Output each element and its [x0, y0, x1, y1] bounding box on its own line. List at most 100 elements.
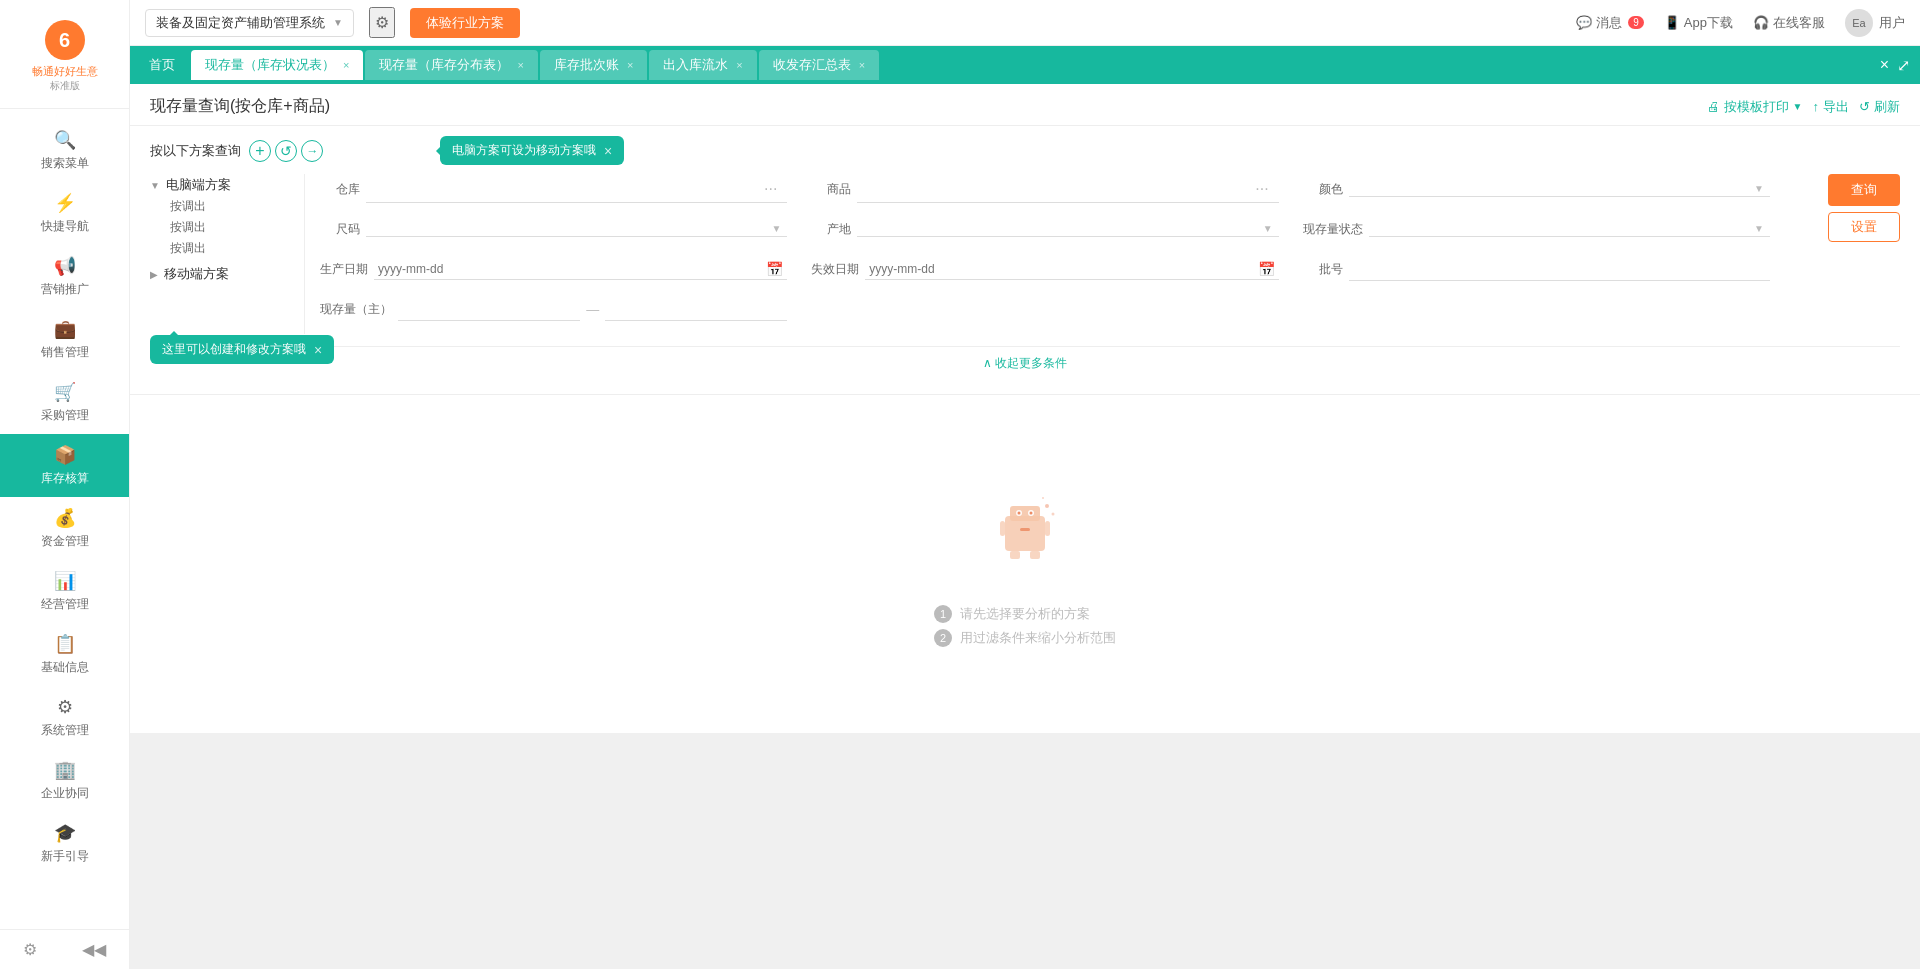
batch-input[interactable] [1349, 258, 1770, 281]
app-download-btn[interactable]: 📱 App下载 [1664, 14, 1733, 32]
step-2-text: 用过滤条件来缩小分析范围 [960, 629, 1116, 647]
system-icon: ⚙ [57, 696, 73, 718]
logo-text: 畅通好好生意 [32, 64, 98, 79]
chevron-down-icon: ▼ [1754, 183, 1764, 194]
page-title: 现存量查询(按仓库+商品) [150, 96, 330, 117]
expiry-date-input[interactable] [869, 262, 1257, 276]
app-container: 6 畅通好好生意 标准版 🔍 搜索菜单 ⚡ 快捷导航 📢 营销推广 💼 销售管理… [0, 0, 1920, 969]
scheme-group-mobile-label: 移动端方案 [164, 265, 229, 283]
step-2-num: 2 [934, 629, 952, 647]
tab-batch-account[interactable]: 库存批次账 × [540, 50, 647, 80]
calendar-icon[interactable]: 📅 [1258, 261, 1275, 277]
warehouse-dots[interactable]: ··· [758, 179, 783, 199]
tab-close-icon[interactable]: × [343, 59, 349, 71]
refresh-btn[interactable]: ↺ 刷新 [1859, 98, 1900, 116]
logo-area: 6 畅通好好生意 标准版 [0, 10, 129, 109]
tab-close-icon[interactable]: × [736, 59, 742, 71]
notification-btn[interactable]: 💬 消息 9 [1576, 14, 1644, 32]
online-support-btn[interactable]: 🎧 在线客服 [1753, 14, 1825, 32]
user-btn[interactable]: Ea 用户 [1845, 9, 1905, 37]
goods-input[interactable] [861, 178, 1249, 200]
scheme-tooltip-close[interactable]: × [604, 143, 612, 159]
sidebar-item-marketing[interactable]: 📢 营销推广 [0, 245, 129, 308]
sidebar-item-operations[interactable]: 📊 经营管理 [0, 560, 129, 623]
stock-status-select[interactable]: ▼ [1369, 221, 1770, 237]
tab-home[interactable]: 首页 [135, 50, 189, 80]
tab-close-icon[interactable]: × [627, 59, 633, 71]
refresh-scheme-btn[interactable]: ↺ [275, 140, 297, 162]
scheme-group-desktop-header[interactable]: ▼ 电脑端方案 [150, 174, 294, 196]
sidebar-item-enterprise[interactable]: 🏢 企业协同 [0, 749, 129, 812]
app-logo: 6 [45, 20, 85, 60]
sidebar-bottom: ⚙ ◀◀ [0, 929, 129, 969]
sidebar-item-finance[interactable]: 💰 资金管理 [0, 497, 129, 560]
sidebar-item-system[interactable]: ⚙ 系统管理 [0, 686, 129, 749]
empty-step-2: 2 用过滤条件来缩小分析范围 [934, 629, 1116, 647]
finance-icon: 💰 [54, 507, 76, 529]
print-template-btn[interactable]: 🖨 按模板打印 ▼ [1707, 98, 1803, 116]
origin-select[interactable]: ▼ [857, 221, 1278, 237]
sidebar-item-label: 企业协同 [41, 785, 89, 802]
export-btn[interactable]: ↑ 导出 [1813, 98, 1850, 116]
enterprise-icon: 🏢 [54, 759, 76, 781]
sidebar-item-quick-nav[interactable]: ⚡ 快捷导航 [0, 182, 129, 245]
back-scheme-btn[interactable]: ← [301, 140, 323, 162]
goods-dots[interactable]: ··· [1249, 179, 1274, 199]
sidebar-item-guide[interactable]: 🎓 新手引导 [0, 812, 129, 875]
filter-row-3: 生产日期 📅 失效日期 [320, 254, 1770, 284]
scheme-group-mobile-header[interactable]: ▶ 移动端方案 [150, 263, 294, 285]
app-download-label: App下载 [1684, 14, 1733, 32]
edit-tooltip-close[interactable]: × [314, 342, 322, 358]
sidebar-item-inventory[interactable]: 📦 库存核算 [0, 434, 129, 497]
system-selector[interactable]: 装备及固定资产辅助管理系统 ▼ [145, 9, 354, 37]
sidebar-item-sales[interactable]: 💼 销售管理 [0, 308, 129, 371]
marketing-icon: 📢 [54, 255, 76, 277]
sidebar-collapse-btn[interactable]: ◀◀ [82, 940, 106, 959]
sidebar-item-label: 经营管理 [41, 596, 89, 613]
tab-close-all-btn[interactable]: × [1880, 56, 1889, 74]
tab-fullscreen-btn[interactable]: ⤢ [1897, 56, 1910, 75]
range-separator: — [586, 302, 599, 317]
scheme-item-3[interactable]: 按调出 [150, 238, 294, 259]
sidebar-item-label: 基础信息 [41, 659, 89, 676]
prod-date-input[interactable] [378, 262, 766, 276]
add-scheme-btn[interactable]: + [249, 140, 271, 162]
scheme-item-1[interactable]: 按调出 [150, 196, 294, 217]
reset-btn[interactable]: 设置 [1828, 212, 1900, 242]
stock-min-input[interactable] [398, 298, 580, 321]
warehouse-input[interactable] [370, 178, 758, 200]
tab-inout-flow[interactable]: 出入库流水 × [649, 50, 756, 80]
goods-input-wrap: ··· [857, 176, 1278, 203]
sidebar-item-label: 搜索菜单 [41, 155, 89, 172]
calendar-icon[interactable]: 📅 [766, 261, 783, 277]
search-btn[interactable]: 查询 [1828, 174, 1900, 206]
stock-max-input[interactable] [605, 298, 787, 321]
sidebar-item-search-menu[interactable]: 🔍 搜索菜单 [0, 119, 129, 182]
scheme-item-2[interactable]: 按调出 [150, 217, 294, 238]
empty-illustration [975, 476, 1075, 576]
tabs-bar-right: × ⤢ [1880, 56, 1915, 75]
headset-icon: 🎧 [1753, 15, 1769, 30]
tab-receive-summary[interactable]: 收发存汇总表 × [759, 50, 879, 80]
trial-btn[interactable]: 体验行业方案 [410, 8, 520, 38]
sidebar-settings-btn[interactable]: ⚙ [23, 940, 37, 959]
sidebar-item-base-info[interactable]: 📋 基础信息 [0, 623, 129, 686]
tab-inventory-dist[interactable]: 现存量（库存分布表） × [365, 50, 537, 80]
export-icon: ↑ [1813, 99, 1820, 114]
tab-close-icon[interactable]: × [517, 59, 523, 71]
tab-inventory-status[interactable]: 现存量（库存状况表） × [191, 50, 363, 80]
filter-field-batch: 批号 [1303, 254, 1770, 284]
svg-rect-8 [1045, 521, 1050, 536]
expiry-date-label: 失效日期 [811, 261, 859, 278]
phone-icon: 📱 [1664, 15, 1680, 30]
settings-btn[interactable]: ⚙ [369, 7, 395, 38]
collapse-bar[interactable]: ∧ 收起更多条件 [150, 346, 1900, 380]
color-select[interactable]: ▼ [1349, 181, 1770, 197]
sidebar-item-label: 资金管理 [41, 533, 89, 550]
page-actions: 🖨 按模板打印 ▼ ↑ 导出 ↺ 刷新 [1707, 98, 1900, 116]
empty-icon-wrap [975, 476, 1075, 579]
sidebar-item-purchase[interactable]: 🛒 采购管理 [0, 371, 129, 434]
sidebar-item-label: 快捷导航 [41, 218, 89, 235]
tab-close-icon[interactable]: × [859, 59, 865, 71]
size-select[interactable]: ▼ [366, 221, 787, 237]
